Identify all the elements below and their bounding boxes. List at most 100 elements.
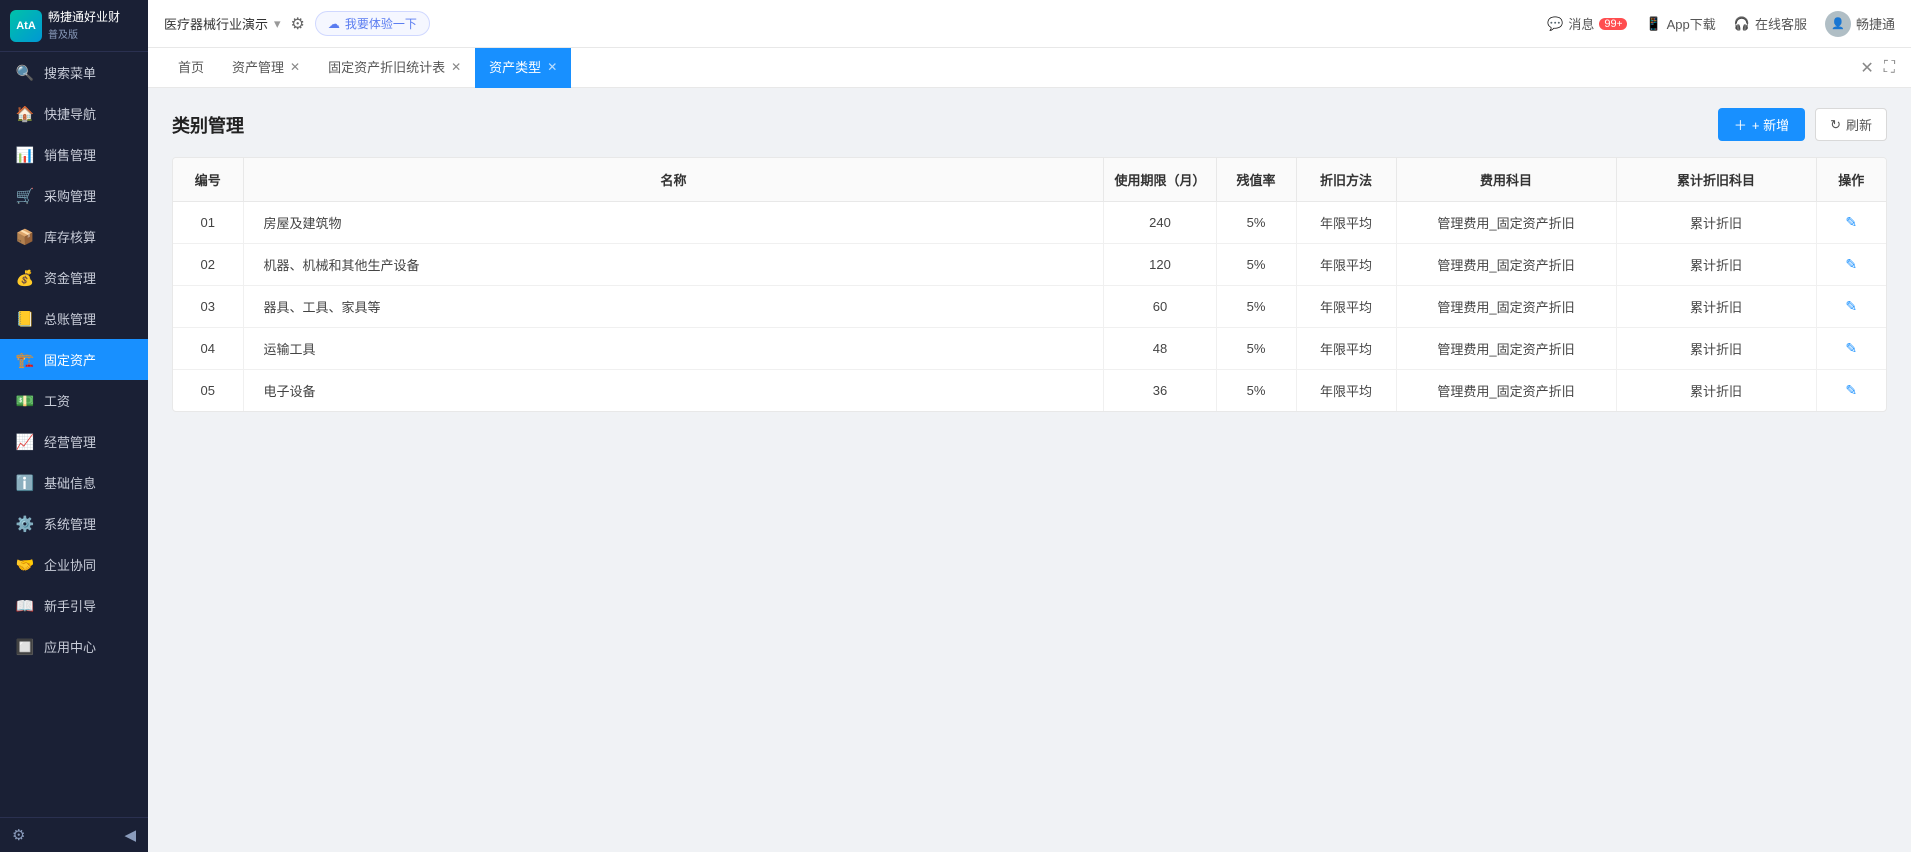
cell-months: 60 bbox=[1104, 286, 1216, 328]
online-service-button[interactable]: 🎧 在线客服 bbox=[1734, 14, 1807, 33]
cell-code: 01 bbox=[173, 202, 243, 244]
main-area: 医疗器械行业演示 ▾ ⚙ ☁ 我要体验一下 💬 消息 99+ 📱 App下载 🎧… bbox=[148, 0, 1911, 852]
topbar-gear-icon[interactable]: ⚙ bbox=[291, 14, 305, 34]
avatar: 👤 bbox=[1825, 11, 1851, 37]
tab-asset-mgmt[interactable]: 资产管理 ✕ bbox=[218, 48, 314, 88]
cell-code: 02 bbox=[173, 244, 243, 286]
sidebar-item-operations[interactable]: 📈 经营管理 bbox=[0, 421, 148, 462]
tab-home[interactable]: 首页 bbox=[164, 48, 218, 88]
refresh-icon: ↻ bbox=[1830, 117, 1841, 133]
cell-method: 年限平均 bbox=[1296, 202, 1396, 244]
sidebar-item-label: 采购管理 bbox=[44, 186, 96, 205]
settings-icon[interactable]: ⚙ bbox=[12, 826, 25, 844]
system-icon: ⚙️ bbox=[16, 515, 34, 533]
payroll-icon: 💵 bbox=[16, 392, 34, 410]
app-download-label: App下载 bbox=[1667, 14, 1716, 33]
sidebar-nav: 🔍 搜索菜单 🏠 快捷导航 📊 销售管理 🛒 采购管理 📦 库存核算 💰 资金管… bbox=[0, 52, 148, 817]
sidebar-item-basic-info[interactable]: ℹ️ 基础信息 bbox=[0, 462, 148, 503]
sidebar-item-label: 应用中心 bbox=[44, 637, 96, 656]
plus-icon: ＋ bbox=[1734, 115, 1747, 134]
experience-button[interactable]: ☁ 我要体验一下 bbox=[315, 11, 430, 36]
sidebar-item-label: 基础信息 bbox=[44, 473, 96, 492]
cell-method: 年限平均 bbox=[1296, 244, 1396, 286]
sidebar-item-enterprise[interactable]: 🤝 企业协同 bbox=[0, 544, 148, 585]
table-row: 02 机器、机械和其他生产设备 120 5% 年限平均 管理费用_固定资产折旧 … bbox=[173, 244, 1886, 286]
app-download-button[interactable]: 📱 App下载 bbox=[1645, 14, 1715, 33]
tab-asset-type-close[interactable]: ✕ bbox=[547, 60, 557, 74]
cell-code: 04 bbox=[173, 328, 243, 370]
sidebar-item-ledger[interactable]: 📒 总账管理 bbox=[0, 298, 148, 339]
cell-action: ✎ bbox=[1816, 370, 1886, 412]
purchase-icon: 🛒 bbox=[16, 187, 34, 205]
sidebar-item-inventory[interactable]: 📦 库存核算 bbox=[0, 216, 148, 257]
cell-expense: 管理费用_固定资产折旧 bbox=[1396, 286, 1616, 328]
collapse-icon[interactable]: ◀ bbox=[124, 826, 136, 844]
cell-accumulated: 累计折旧 bbox=[1616, 244, 1816, 286]
close-panel-icon[interactable]: ✕ bbox=[1860, 58, 1873, 78]
sidebar-item-quick-nav[interactable]: 🏠 快捷导航 bbox=[0, 93, 148, 134]
sidebar-item-purchase[interactable]: 🛒 采购管理 bbox=[0, 175, 148, 216]
cell-accumulated: 累计折旧 bbox=[1616, 328, 1816, 370]
message-badge: 99+ bbox=[1599, 18, 1627, 30]
cell-action: ✎ bbox=[1816, 202, 1886, 244]
edit-icon[interactable]: ✎ bbox=[1845, 256, 1857, 272]
edit-icon[interactable]: ✎ bbox=[1845, 214, 1857, 230]
page-header: 类别管理 ＋ + 新增 ↻ 刷新 bbox=[172, 108, 1887, 141]
tab-depreciation-table[interactable]: 固定资产折旧统计表 ✕ bbox=[314, 48, 475, 88]
sidebar-item-payroll[interactable]: 💵 工资 bbox=[0, 380, 148, 421]
app-center-icon: 🔲 bbox=[16, 638, 34, 656]
cell-name: 器具、工具、家具等 bbox=[243, 286, 1104, 328]
sidebar-item-label: 总账管理 bbox=[44, 309, 96, 328]
chevron-down-icon[interactable]: ▾ bbox=[274, 16, 281, 32]
cell-months: 240 bbox=[1104, 202, 1216, 244]
col-header-action: 操作 bbox=[1816, 158, 1886, 202]
sidebar-bottom: ⚙ ◀ bbox=[0, 817, 148, 852]
inventory-icon: 📦 bbox=[16, 228, 34, 246]
cell-months: 120 bbox=[1104, 244, 1216, 286]
user-menu-button[interactable]: 👤 畅捷通 bbox=[1825, 11, 1895, 37]
sidebar-item-label: 快捷导航 bbox=[44, 104, 96, 123]
col-header-code: 编号 bbox=[173, 158, 243, 202]
sidebar-item-app-center[interactable]: 🔲 应用中心 bbox=[0, 626, 148, 667]
sidebar-item-system[interactable]: ⚙️ 系统管理 bbox=[0, 503, 148, 544]
sidebar-item-fixed-assets[interactable]: 🏗️ 固定资产 bbox=[0, 339, 148, 380]
sidebar-item-label: 搜索菜单 bbox=[44, 63, 96, 82]
cell-action: ✎ bbox=[1816, 244, 1886, 286]
content-area: 类别管理 ＋ + 新增 ↻ 刷新 编号 名称 使用期限（月） bbox=[148, 88, 1911, 852]
experience-label: 我要体验一下 bbox=[345, 15, 417, 32]
tabbar-right: ✕ ⛶ bbox=[1860, 58, 1895, 78]
edit-icon[interactable]: ✎ bbox=[1845, 298, 1857, 314]
message-button[interactable]: 💬 消息 99+ bbox=[1547, 14, 1627, 33]
sidebar: AtA 畅捷通好业财 普及版 🔍 搜索菜单 🏠 快捷导航 📊 销售管理 🛒 采购… bbox=[0, 0, 148, 852]
operations-icon: 📈 bbox=[16, 433, 34, 451]
app-logo-icon: AtA bbox=[10, 10, 42, 42]
col-header-name: 名称 bbox=[243, 158, 1104, 202]
cell-name: 电子设备 bbox=[243, 370, 1104, 412]
cell-expense: 管理费用_固定资产折旧 bbox=[1396, 370, 1616, 412]
tab-asset-type[interactable]: 资产类型 ✕ bbox=[475, 48, 571, 88]
refresh-button[interactable]: ↻ 刷新 bbox=[1815, 108, 1887, 141]
cell-expense: 管理费用_固定资产折旧 bbox=[1396, 202, 1616, 244]
cloud-icon: ☁ bbox=[328, 17, 340, 31]
table-container: 编号 名称 使用期限（月） 残值率 折旧方法 费用科目 累计折旧科目 操作 01… bbox=[172, 157, 1887, 412]
sidebar-item-label: 库存核算 bbox=[44, 227, 96, 246]
table-header-row: 编号 名称 使用期限（月） 残值率 折旧方法 费用科目 累计折旧科目 操作 bbox=[173, 158, 1886, 202]
edit-icon[interactable]: ✎ bbox=[1845, 382, 1857, 398]
cell-months: 48 bbox=[1104, 328, 1216, 370]
maximize-icon[interactable]: ⛶ bbox=[1884, 59, 1895, 77]
new-button[interactable]: ＋ + 新增 bbox=[1718, 108, 1805, 141]
sidebar-item-search[interactable]: 🔍 搜索菜单 bbox=[0, 52, 148, 93]
tab-depreciation-close[interactable]: ✕ bbox=[451, 60, 461, 74]
edit-icon[interactable]: ✎ bbox=[1845, 340, 1857, 356]
cell-accumulated: 累计折旧 bbox=[1616, 370, 1816, 412]
funds-icon: 💰 bbox=[16, 269, 34, 287]
sidebar-item-guide[interactable]: 📖 新手引导 bbox=[0, 585, 148, 626]
sidebar-item-label: 销售管理 bbox=[44, 145, 96, 164]
sidebar-logo: AtA 畅捷通好业财 普及版 bbox=[0, 0, 148, 52]
sidebar-item-funds[interactable]: 💰 资金管理 bbox=[0, 257, 148, 298]
tab-asset-mgmt-close[interactable]: ✕ bbox=[290, 60, 300, 74]
search-icon: 🔍 bbox=[16, 64, 34, 82]
cell-months: 36 bbox=[1104, 370, 1216, 412]
sidebar-item-sales[interactable]: 📊 销售管理 bbox=[0, 134, 148, 175]
cell-name: 房屋及建筑物 bbox=[243, 202, 1104, 244]
